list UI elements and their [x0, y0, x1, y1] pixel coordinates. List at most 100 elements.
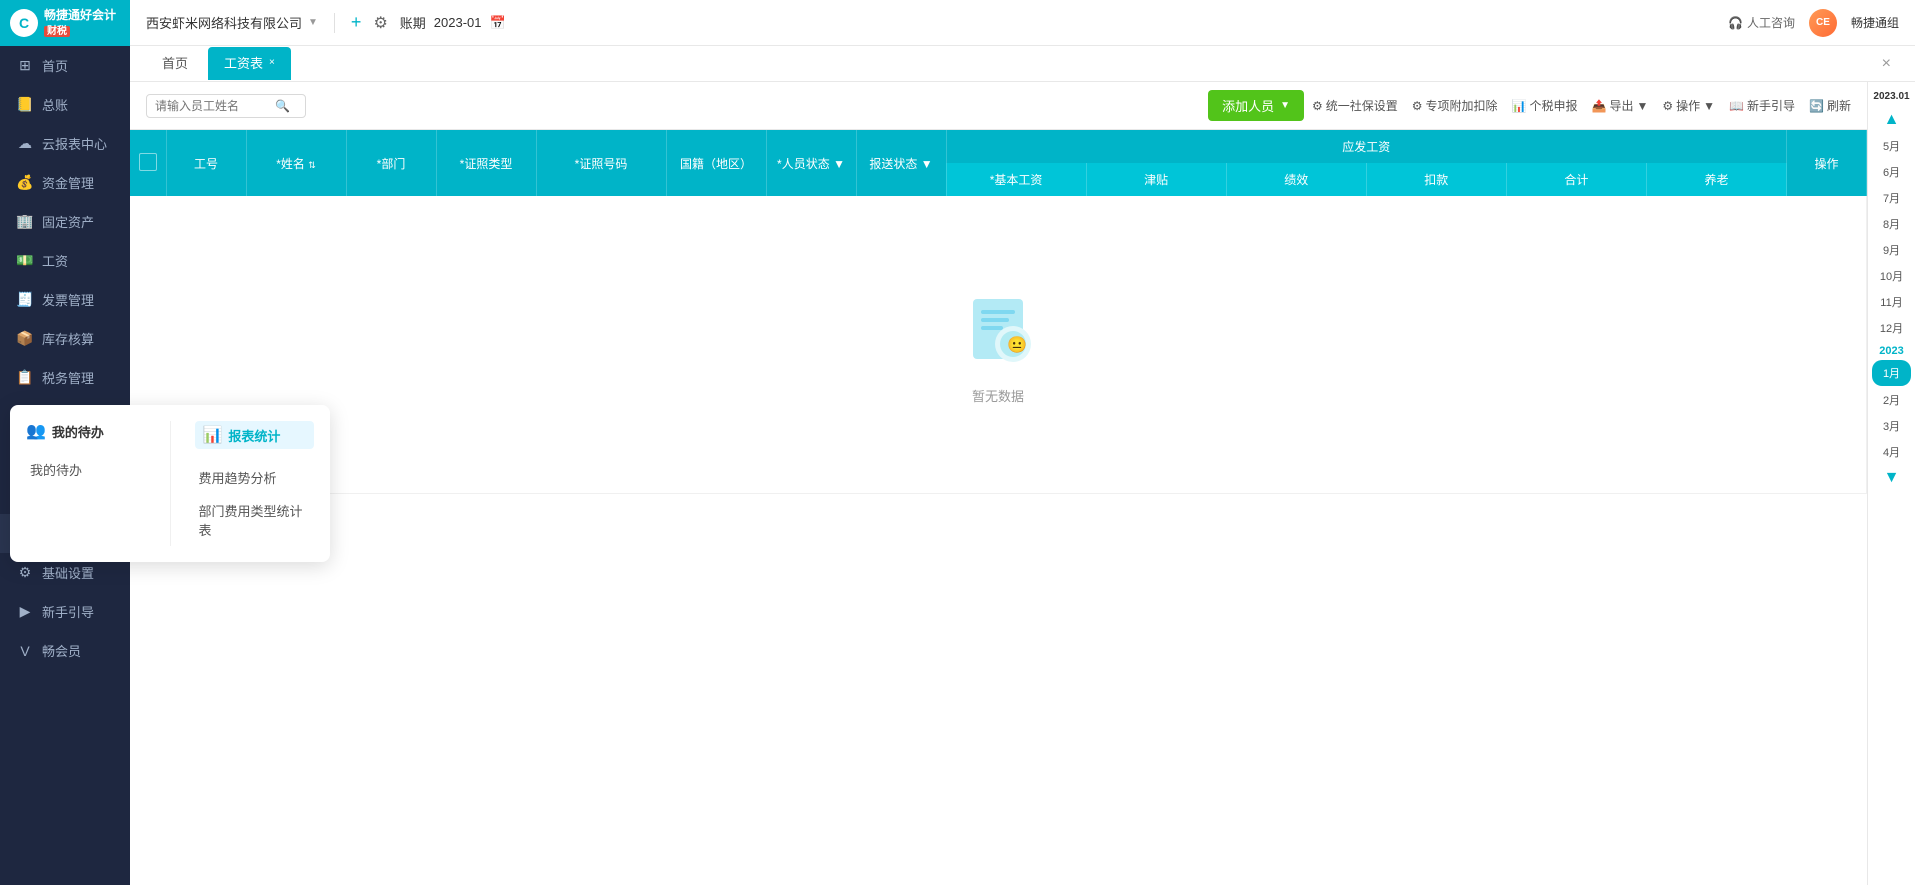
popup-item-dept-expense[interactable]: 部门费用类型统计表	[195, 494, 315, 546]
settings-icon[interactable]: ⚙	[373, 13, 387, 33]
toolbar: 🔍 添加人员 ▼ ⚙ 统一社保设置 ⚙ 专项附加扣除 �	[130, 82, 1867, 130]
sidebar-label-membership: 畅会员	[42, 641, 81, 660]
sidebar-item-inventory[interactable]: 📦库存核算	[0, 319, 130, 358]
timeline-month-8[interactable]: 8月	[1868, 211, 1915, 237]
sidebar-item-invoice[interactable]: 🧾 发票管理	[0, 280, 130, 319]
timeline-nav-down[interactable]: ▼	[1880, 465, 1904, 491]
th-cert-no: *证照号码	[536, 130, 666, 196]
refresh-action[interactable]: 🔄 刷新	[1809, 97, 1851, 114]
toolbar-actions: ⚙ 统一社保设置 ⚙ 专项附加扣除 📊 个税申报 📤 导出 ▼	[1312, 97, 1851, 114]
sidebar-label-fund: 资金管理	[42, 173, 94, 192]
social-security-action[interactable]: ⚙ 统一社保设置	[1312, 97, 1398, 114]
th-bonus: 绩效	[1226, 163, 1366, 196]
sidebar-icon-salary: 💵	[16, 252, 34, 269]
sidebar-item-cloud-report[interactable]: ☁云报表中心	[0, 124, 130, 163]
company-selector[interactable]: 西安虾米网络科技有限公司 ▼	[146, 13, 318, 32]
operations-action[interactable]: ⚙ 操作 ▼	[1662, 97, 1715, 114]
timeline-month-11[interactable]: 11月	[1868, 289, 1915, 315]
tabbar: 首页 工资表 × ×	[130, 46, 1915, 82]
timeline-month-5[interactable]: 5月	[1868, 133, 1915, 159]
tab-salary[interactable]: 工资表 ×	[208, 47, 291, 80]
salary-table: 工号 *姓名 ⇅ *部门 *证照类型 *证照号码 国籍（地区） *人员状态 ▼	[130, 130, 1867, 494]
sidebar-item-tax[interactable]: 📋税务管理	[0, 358, 130, 397]
report-status-filter-icon[interactable]: ▼	[921, 157, 933, 171]
timeline-year-label: 2023.01	[1868, 86, 1915, 107]
th-check	[130, 130, 166, 196]
personal-tax-icon: 📊	[1512, 99, 1527, 113]
sort-name-icon[interactable]: ⇅	[308, 160, 316, 170]
sidebar-label-salary: 工资	[42, 251, 68, 270]
export-action[interactable]: 📤 导出 ▼	[1592, 97, 1649, 114]
search-icon: 🔍	[275, 99, 290, 113]
sidebar-item-fund[interactable]: 💰 资金管理	[0, 163, 130, 202]
special-deduct-action[interactable]: ⚙ 专项附加扣除	[1412, 97, 1498, 114]
timeline-month-7[interactable]: 7月	[1868, 185, 1915, 211]
popup-col-todo: 👥 我的待办 我的待办	[26, 421, 146, 546]
content-area: 🔍 添加人员 ▼ ⚙ 统一社保设置 ⚙ 专项附加扣除 �	[130, 82, 1915, 885]
sidebar-icon-basic-settings: ⚙	[16, 564, 34, 581]
timeline-month-12[interactable]: 12月	[1868, 315, 1915, 341]
empty-row: 😐 暂无数据	[130, 196, 1867, 494]
popup-item-expense-trend[interactable]: 费用趋势分析	[195, 461, 315, 494]
app-logo: C 畅捷通好会计 财税	[0, 0, 130, 46]
timeline: 2023.01 ▲ 5月 6月 7月 8月 9月 10月 11月 12月 202…	[1867, 82, 1915, 885]
sidebar-label-basic-settings: 基础设置	[42, 563, 94, 582]
th-pension: 养老	[1646, 163, 1786, 196]
sidebar-icon-tax: 📋	[16, 369, 34, 386]
empty-state: 😐 暂无数据	[136, 204, 1860, 485]
divider1	[334, 13, 335, 33]
table-body: 😐 暂无数据	[130, 196, 1867, 494]
tab-home[interactable]: 首页	[146, 47, 204, 80]
calendar-icon[interactable]: 📅	[490, 15, 506, 31]
timeline-month-2[interactable]: 2月	[1868, 387, 1915, 413]
timeline-month-3[interactable]: 3月	[1868, 413, 1915, 439]
timeline-month-9[interactable]: 9月	[1868, 237, 1915, 263]
timeline-nav-up[interactable]: ▲	[1880, 107, 1904, 133]
person-status-filter-icon[interactable]: ▼	[833, 157, 845, 171]
logo-icon: C	[10, 9, 38, 37]
add-person-button[interactable]: 添加人员 ▼	[1208, 90, 1304, 121]
popup-item-my-todo[interactable]: 我的待办	[26, 453, 146, 486]
timeline-month-6[interactable]: 6月	[1868, 159, 1915, 185]
tab-close-icon[interactable]: ×	[269, 57, 275, 68]
sidebar-nav: ⊞首页📒总账☁云报表中心 💰 资金管理 🏢固定资产 💵 工资 🧾 发票管理 📦库存核算📋税务管理…	[0, 46, 130, 670]
popup-col-report-title: 📊 报表统计	[195, 421, 315, 449]
personal-tax-action[interactable]: 📊 个税申报	[1512, 97, 1578, 114]
th-basic-wage: *基本工资	[946, 163, 1086, 196]
sidebar-item-salary[interactable]: 💵 工资	[0, 241, 130, 280]
popup-menu: 👥 我的待办 我的待办 📊 报表统计 费用趋势分析 部门费用类型统计表	[10, 405, 330, 562]
search-input[interactable]	[155, 99, 275, 113]
sidebar-icon-invoice: 🧾	[16, 291, 34, 308]
headset-icon: 🎧	[1728, 16, 1743, 30]
th-person-status: *人员状态 ▼	[766, 130, 856, 196]
sidebar-icon-inventory: 📦	[16, 330, 34, 347]
sidebar-label-ledger: 总账	[42, 95, 68, 114]
todo-icon: 👥	[26, 421, 46, 441]
new-guide-icon: 📖	[1729, 99, 1744, 113]
sidebar-item-ledger[interactable]: 📒总账	[0, 85, 130, 124]
timeline-year-marker: 2023	[1868, 341, 1915, 359]
sidebar-item-guide[interactable]: ▶新手引导	[0, 592, 130, 631]
search-box[interactable]: 🔍	[146, 94, 306, 118]
user-service[interactable]: 🎧 人工咨询	[1728, 14, 1795, 31]
table-wrap: 工号 *姓名 ⇅ *部门 *证照类型 *证照号码 国籍（地区） *人员状态 ▼	[130, 130, 1867, 885]
sidebar-item-fixed-asset[interactable]: 🏢固定资产	[0, 202, 130, 241]
th-wage-group: 应发工资	[946, 130, 1787, 163]
timeline-month-4[interactable]: 4月	[1868, 439, 1915, 465]
sidebar-item-home[interactable]: ⊞首页	[0, 46, 130, 85]
sidebar-icon-fund: 💰	[16, 174, 34, 191]
timeline-current-month[interactable]: 1月	[1872, 360, 1911, 386]
sidebar-label-guide: 新手引导	[42, 602, 94, 621]
company-dropdown-arrow: ▼	[308, 17, 318, 28]
close-all-button[interactable]: ×	[1874, 53, 1899, 75]
sidebar-item-membership[interactable]: V畅会员	[0, 631, 130, 670]
add-button[interactable]: +	[351, 12, 362, 33]
sidebar-label-invoice: 发票管理	[42, 290, 94, 309]
timeline-month-10[interactable]: 10月	[1868, 263, 1915, 289]
new-guide-action[interactable]: 📖 新手引导	[1729, 97, 1795, 114]
main-content: 🔍 添加人员 ▼ ⚙ 统一社保设置 ⚙ 专项附加扣除 �	[130, 82, 1867, 885]
th-report-status: 报送状态 ▼	[856, 130, 946, 196]
svg-text:😐: 😐	[1007, 336, 1027, 354]
th-country: 国籍（地区）	[666, 130, 766, 196]
select-all-checkbox[interactable]	[139, 153, 157, 171]
